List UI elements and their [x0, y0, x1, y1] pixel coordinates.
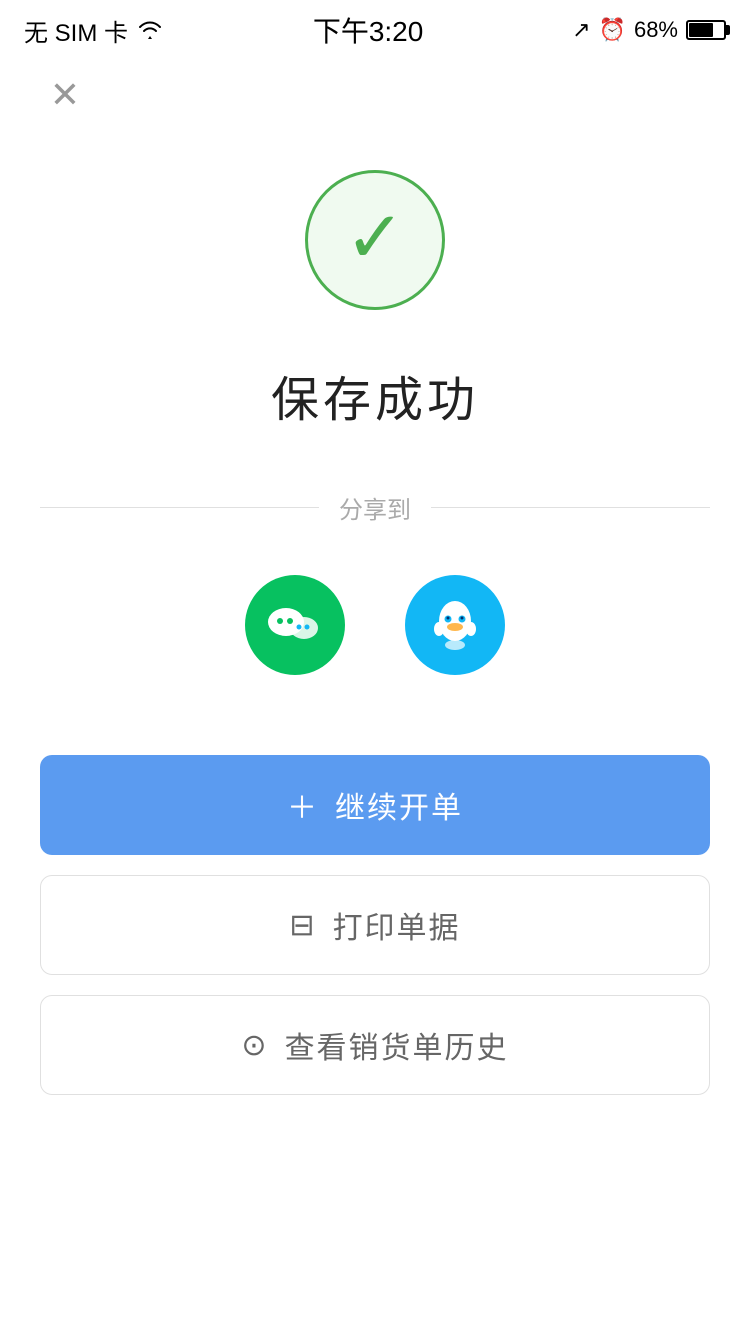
checkmark-icon: ✓ — [345, 202, 405, 274]
share-icons-row — [245, 575, 505, 675]
action-buttons: ＋ 继续开单 ⊟ 打印单据 ⊙ 查看销货单历史 — [40, 755, 710, 1095]
success-circle: ✓ — [305, 170, 445, 310]
wifi-icon — [136, 20, 164, 40]
success-title: 保存成功 — [271, 360, 479, 430]
clock-icon: ⊙ — [241, 1028, 268, 1063]
status-right: ↗ ⏰ 68% — [572, 17, 726, 43]
divider-line-left — [40, 507, 319, 508]
share-divider: 分享到 — [40, 490, 710, 525]
status-carrier: 无 SIM 卡 — [24, 13, 164, 48]
location-icon: ↗ — [572, 17, 590, 43]
wechat-icon — [266, 596, 324, 654]
qq-icon — [425, 595, 485, 655]
alarm-icon: ⏰ — [599, 17, 626, 43]
battery-icon — [686, 20, 726, 40]
success-section: ✓ 保存成功 分享到 — [40, 60, 710, 1095]
plus-icon: ＋ — [287, 783, 319, 827]
share-label: 分享到 — [319, 490, 431, 525]
battery-percent: 68% — [634, 17, 678, 43]
status-time: 下午3:20 — [313, 10, 424, 50]
history-button[interactable]: ⊙ 查看销货单历史 — [40, 995, 710, 1095]
close-button[interactable]: ✕ — [40, 70, 90, 120]
qq-share-button[interactable] — [405, 575, 505, 675]
divider-line-right — [431, 507, 710, 508]
continue-label: 继续开单 — [335, 783, 463, 827]
print-label: 打印单据 — [333, 903, 461, 947]
close-icon: ✕ — [50, 77, 80, 113]
history-label: 查看销货单历史 — [285, 1023, 509, 1067]
print-button[interactable]: ⊟ 打印单据 — [40, 875, 710, 975]
main-content: ✓ 保存成功 分享到 — [0, 60, 750, 1095]
print-icon: ⊟ — [289, 908, 316, 943]
continue-button[interactable]: ＋ 继续开单 — [40, 755, 710, 855]
wechat-share-button[interactable] — [245, 575, 345, 675]
status-bar: 无 SIM 卡 下午3:20 ↗ ⏰ 68% — [0, 0, 750, 60]
